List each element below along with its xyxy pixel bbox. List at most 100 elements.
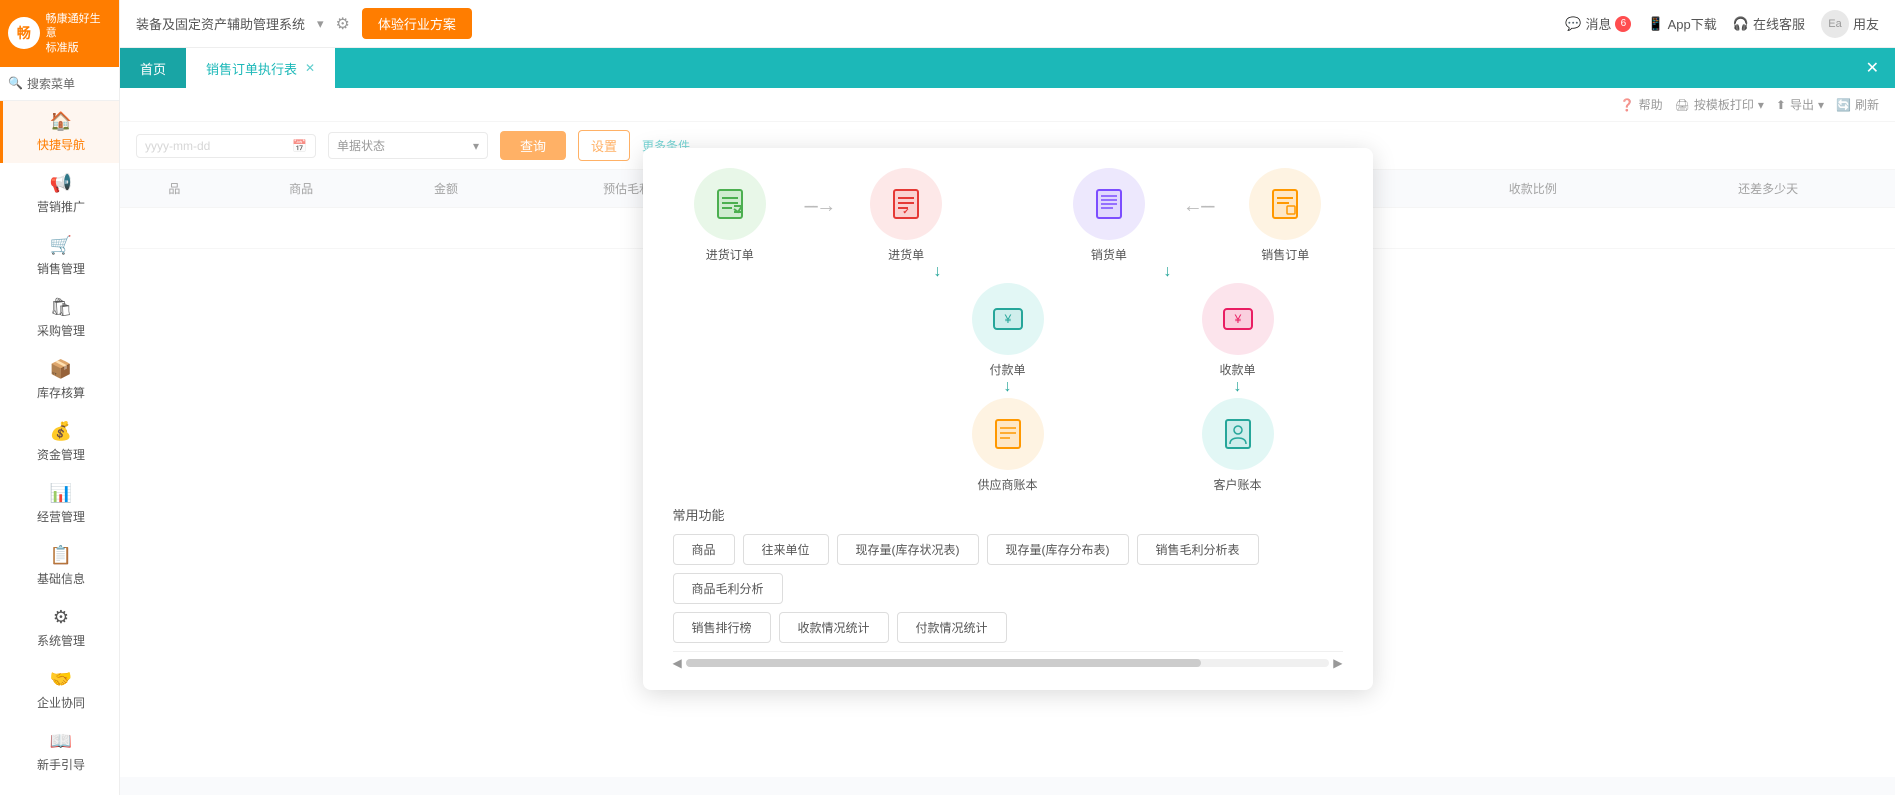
supplier-ledger-label: 供应商账本 [977,476,1037,493]
scrollbar-track[interactable] [686,659,1330,667]
sidebar-item-label: 销售管理 [37,260,85,277]
sidebar-item-sales[interactable]: 🛒 销售管理 [0,225,119,287]
customer-ledger-icon [1202,398,1274,470]
app-download-label: App下载 [1668,14,1717,33]
operation-icon: 📊 [50,483,72,504]
online-service-btn[interactable]: 🎧 在线客服 [1733,14,1805,33]
payment-bill-label: 付款单 [989,361,1025,378]
receipt-bill-label: 收款单 [1219,361,1255,378]
sidebar-item-collab[interactable]: 🤝 企业协同 [0,659,119,721]
sidebar-item-label: 企业协同 [37,694,85,711]
sale-order-node[interactable]: 销售订单 [1228,168,1343,263]
message-btn[interactable]: 💬 消息 6 [1565,14,1631,33]
finance-icon: 💰 [50,421,72,442]
sales-icon: 🛒 [50,235,72,256]
btn-counterparty[interactable]: 往来单位 [743,534,829,565]
sidebar-item-finance[interactable]: 💰 资金管理 [0,411,119,473]
tab-home[interactable]: 首页 [120,48,186,88]
sidebar-item-quick-nav[interactable]: 🏠 快捷导航 [0,101,119,163]
guide-icon: 📖 [50,731,72,752]
system-dropdown-icon[interactable]: ▾ [317,16,324,32]
sidebar-item-operation[interactable]: 📊 经营管理 [0,473,119,535]
sidebar-item-label: 基础信息 [37,570,85,587]
common-buttons-row1: 商品 往来单位 现存量(库存状况表) 现存量(库存分布表) 销售毛利分析表 商品… [673,534,1343,604]
app-download-btn[interactable]: 📱 App下载 [1647,14,1716,33]
supplier-ledger-icon [972,398,1044,470]
supplier-ledger-node[interactable]: 供应商账本 [943,398,1073,493]
user-name: 用友 [1853,14,1879,33]
btn-product[interactable]: 商品 [673,534,735,565]
sidebar-item-marketing[interactable]: 📢 营销推广 [0,163,119,225]
scroll-left-arrow[interactable]: ◀ [673,656,682,670]
sidebar-item-system[interactable]: ⚙ 系统管理 [0,597,119,659]
sidebar-logo: 畅 畅康通好生意 标准版 [0,0,119,67]
collab-icon: 🤝 [50,669,72,690]
tab-sales-order-exec[interactable]: 销售订单执行表 ✕ [186,48,335,88]
topbar-right: 💬 消息 6 📱 App下载 🎧 在线客服 Ea 用友 [1565,10,1879,38]
topbar: 装备及固定资产辅助管理系统 ▾ ⚙ 体验行业方案 💬 消息 6 📱 App下载 … [120,0,1895,48]
sidebar-item-inventory[interactable]: 📦 库存核算 [0,349,119,411]
receipt-bill-node[interactable]: ¥ 收款单 [1173,283,1303,378]
customer-ledger-node[interactable]: 客户账本 [1173,398,1303,493]
sale-bill-node[interactable]: 销货单 [1052,168,1167,263]
sidebar-item-label: 新手引导 [37,756,85,773]
message-icon: 💬 [1565,16,1581,32]
scroll-right-arrow[interactable]: ▶ [1333,656,1342,670]
btn-sales-margin-analysis[interactable]: 销售毛利分析表 [1137,534,1259,565]
quick-nav-icon: 🏠 [50,111,72,132]
btn-product-margin[interactable]: 商品毛利分析 [673,573,783,604]
gear-icon[interactable]: ⚙ [336,14,350,34]
btn-receipt-stats[interactable]: 收款情况统计 [779,612,889,643]
btn-current-stock-status[interactable]: 现存量(库存状况表) [837,534,979,565]
purchase-bill-node[interactable]: ✔ 进货单 [849,168,964,263]
purchase-order-icon [694,168,766,240]
online-service-label: 在线客服 [1753,14,1805,33]
service-icon: 🎧 [1733,16,1749,32]
payment-bill-node[interactable]: ¥ 付款单 [943,283,1073,378]
message-badge: 6 [1615,16,1631,32]
sidebar-item-label: 库存核算 [37,384,85,401]
experience-btn[interactable]: 体验行业方案 [362,8,472,39]
logo-text: 畅康通好生意 标准版 [46,12,111,55]
sale-bill-label: 销货单 [1091,246,1127,263]
message-label: 消息 [1585,14,1611,33]
sidebar-item-purchase[interactable]: 🛍 采购管理 [0,287,119,349]
sidebar-item-basic[interactable]: 📋 基础信息 [0,535,119,597]
sidebar-item-guide[interactable]: 📖 新手引导 [0,721,119,783]
receipt-bill-icon: ¥ [1202,283,1274,355]
search-menu-label: 搜索菜单 [27,75,75,92]
sidebar-item-label: 经营管理 [37,508,85,525]
main-content: 装备及固定资产辅助管理系统 ▾ ⚙ 体验行业方案 💬 消息 6 📱 App下载 … [120,0,1895,795]
payment-bill-icon: ¥ [972,283,1044,355]
svg-text:¥: ¥ [1233,312,1241,326]
purchase-bill-label: 进货单 [888,246,924,263]
btn-payment-stats[interactable]: 付款情况统计 [897,612,1007,643]
purchase-bill-icon: ✔ [870,168,942,240]
btn-sales-ranking[interactable]: 销售排行榜 [673,612,771,643]
sidebar-nav: 🏠 快捷导航 📢 营销推广 🛒 销售管理 🛍 采购管理 📦 库存核算 💰 [0,101,119,795]
purchase-icon: 🛍 [50,297,73,318]
marketing-icon: 📢 [50,173,72,194]
tab-close-icon[interactable]: ✕ [305,61,315,75]
scrollbar-thumb [686,659,1201,667]
system-icon: ⚙ [53,607,69,628]
user-menu[interactable]: Ea 用友 [1821,10,1879,38]
close-all-tabs-icon[interactable]: ✕ [1866,58,1879,78]
sidebar-item-label: 资金管理 [37,446,85,463]
app-icon: 📱 [1647,16,1663,32]
common-functions-title: 常用功能 [673,505,1343,524]
sale-order-label: 销售订单 [1261,246,1309,263]
scroll-arrows: ◀ ▶ [673,656,1343,670]
content-area: ❓ 帮助 🖨 按模板打印 ▾ ⬆ 导出 ▾ 🔄 刷新 [120,88,1895,795]
purchase-order-node[interactable]: 进货订单 [673,168,788,263]
inventory-icon: 📦 [50,359,72,380]
btn-current-stock-dist[interactable]: 现存量(库存分布表) [987,534,1129,565]
sale-order-icon [1249,168,1321,240]
search-menu[interactable]: 🔍 搜索菜单 [0,67,119,101]
sidebar: 畅 畅康通好生意 标准版 🔍 搜索菜单 🏠 快捷导航 📢 营销推广 🛒 销售管理 [0,0,120,795]
common-buttons-row2: 销售排行榜 收款情况统计 付款情况统计 [673,612,1343,643]
search-icon: 🔍 [8,76,23,90]
system-name: 装备及固定资产辅助管理系统 [136,14,305,33]
sale-bill-icon [1073,168,1145,240]
customer-ledger-label: 客户账本 [1213,476,1261,493]
